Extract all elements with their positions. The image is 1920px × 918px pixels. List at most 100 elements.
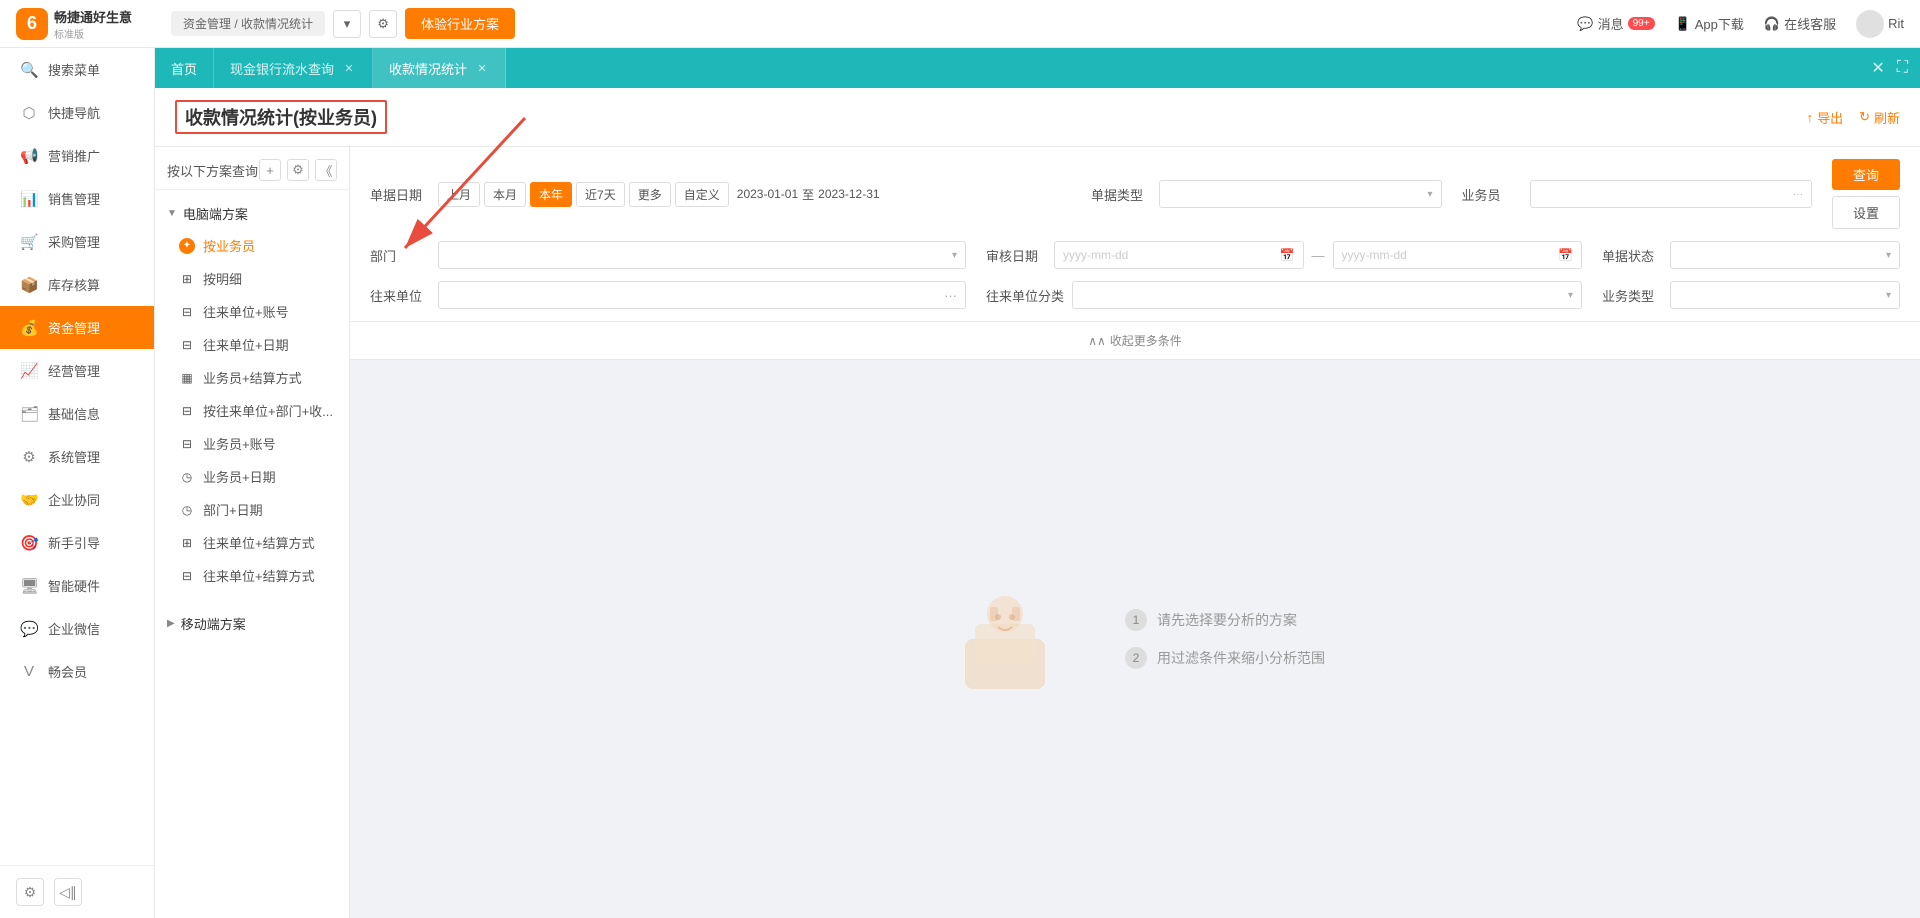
scheme-item-salesperson-account[interactable]: ⊟ 业务员+账号: [155, 427, 349, 460]
scheme-item-by-salesperson[interactable]: ✦ 按业务员: [155, 229, 349, 262]
scheme-item-partner-settle1[interactable]: ⊞ 往来单位+结算方式: [155, 526, 349, 559]
desktop-group-header[interactable]: ▼ 电脑端方案: [155, 198, 349, 229]
user-area[interactable]: Rit: [1856, 10, 1904, 38]
export-icon: ↑: [1807, 110, 1814, 125]
scheme-item-salesperson-date[interactable]: ◷ 业务员+日期: [155, 460, 349, 493]
empty-tips: 1 请先选择要分析的方案 2 用过滤条件来缩小分析范围: [1125, 609, 1325, 669]
sidebar-item-basic[interactable]: 🗂 基础信息: [0, 392, 154, 435]
message-icon: 💬: [1577, 16, 1593, 32]
add-scheme-btn[interactable]: +: [259, 159, 281, 181]
dots-icon[interactable]: ···: [944, 288, 957, 303]
sidebar-item-enterprise[interactable]: 🤝 企业协同: [0, 478, 154, 521]
tip-num-2: 2: [1125, 647, 1147, 669]
sidebar-item-system[interactable]: ⚙ 系统管理: [0, 435, 154, 478]
shortcut-this-year[interactable]: 本年: [530, 182, 572, 207]
sidebar-item-operations[interactable]: 📈 经营管理: [0, 349, 154, 392]
scheme-item-partner-dept-receipt[interactable]: ⊟ 按往来单位+部门+收...: [155, 394, 349, 427]
message-btn[interactable]: 💬 消息 99+: [1577, 14, 1654, 33]
shortcut-last7[interactable]: 近7天: [576, 182, 625, 207]
doc-status-label: 单据状态: [1602, 246, 1662, 265]
export-btn[interactable]: ↑ 导出: [1807, 108, 1844, 127]
scheme-item-partner-date[interactable]: ⊟ 往来单位+日期: [155, 328, 349, 361]
sidebar-item-guide[interactable]: 🎯 新手引导: [0, 521, 154, 564]
doc-type-label: 单据类型: [1091, 185, 1151, 204]
shortcut-custom[interactable]: 自定义: [675, 182, 729, 207]
partner-select[interactable]: ···: [438, 281, 966, 309]
chevron-down-icon-3: ▾: [952, 250, 957, 261]
sidebar-item-shortcut[interactable]: ⬡ 快捷导航: [0, 91, 154, 134]
tab-receipt-stats[interactable]: 收款情况统计 ✕: [373, 48, 506, 88]
tab-close-bank-flow[interactable]: ✕: [342, 61, 356, 75]
content-wrapper: 收款情况统计(按业务员) ↑ 导出 ↻ 刷新 按以下方案查询 +: [155, 88, 1920, 918]
tab-close-all-btn[interactable]: ✕: [1871, 58, 1884, 78]
user-name: Rit: [1888, 16, 1904, 31]
table-icon: ⊟: [179, 304, 195, 320]
tab-home[interactable]: 首页: [155, 48, 214, 88]
finance-icon: 💰: [20, 319, 38, 337]
page-title: 收款情况统计(按业务员): [175, 100, 387, 134]
online-service-btn[interactable]: 🎧 在线客服: [1764, 14, 1836, 33]
scheme-panel: 按以下方案查询 + ⚙ 《 ▼ 电脑端方案 ✦ 按业务员: [155, 147, 350, 918]
audit-date-end-input[interactable]: yyyy-mm-dd 📅: [1333, 241, 1583, 269]
collapse-more-btn[interactable]: ∧∧ 收起更多条件: [1088, 332, 1182, 349]
filter-date-item: 单据日期 上月 本月 本年 近7天 更多 自定义 2023-01-01: [370, 182, 1071, 207]
tab-expand-btn[interactable]: ⛶: [1897, 59, 1908, 77]
sidebar-item-finance[interactable]: 💰 资金管理: [0, 306, 154, 349]
scheme-panel-header: 按以下方案查询 + ⚙ 《: [155, 147, 349, 190]
scheme-item-dept-date[interactable]: ◷ 部门+日期: [155, 493, 349, 526]
collapse-scheme-btn[interactable]: 《: [315, 159, 337, 181]
partner-category-label: 往来单位分类: [986, 286, 1064, 305]
date-range-display: 2023-01-01 至 2023-12-31: [733, 186, 884, 203]
shortcut-more[interactable]: 更多: [629, 182, 671, 207]
sidebar-item-wechat[interactable]: 💬 企业微信: [0, 607, 154, 650]
shortcut-last-month[interactable]: 上月: [438, 182, 480, 207]
scheme-item-by-detail[interactable]: ⊞ 按明细: [155, 262, 349, 295]
refresh-btn[interactable]: ↻ 刷新: [1859, 108, 1900, 127]
partner-category-select[interactable]: ▾: [1072, 281, 1582, 309]
tab-bank-flow[interactable]: 现金银行流水查询 ✕: [214, 48, 373, 88]
message-badge: 99+: [1628, 17, 1655, 30]
calendar-icon: 📅: [1280, 248, 1295, 262]
trial-button[interactable]: 体验行业方案: [405, 8, 515, 39]
scheme-panel-actions: + ⚙ 《: [259, 159, 337, 181]
tab-close-receipt-stats[interactable]: ✕: [475, 61, 489, 75]
query-button[interactable]: 查询: [1832, 159, 1900, 190]
chevron-down-icon-2: ···: [1793, 189, 1803, 200]
doc-type-select[interactable]: ▾: [1159, 180, 1442, 208]
doc-status-select[interactable]: ▾: [1670, 241, 1900, 269]
breadcrumb-dropdown[interactable]: ▾: [333, 10, 361, 38]
scheme-item-salesperson-settle[interactable]: ▦ 业务员+结算方式: [155, 361, 349, 394]
scheme-item-partner-settle2[interactable]: ⊟ 往来单位+结算方式: [155, 559, 349, 592]
sidebar-item-hardware[interactable]: 🖥 智能硬件: [0, 564, 154, 607]
shortcut-this-month[interactable]: 本月: [484, 182, 526, 207]
biz-type-select[interactable]: ▾: [1670, 281, 1900, 309]
top-header: 6 畅捷通好生意 标准版 资金管理 / 收款情况统计 ▾ ⚙ 体验行业方案 💬 …: [0, 0, 1920, 48]
filter-settings-btn[interactable]: 设置: [1832, 196, 1900, 229]
system-icon: ⚙: [20, 448, 38, 466]
sidebar-item-marketing[interactable]: 📢 营销推广: [0, 134, 154, 177]
collapse-sidebar-btn[interactable]: ◁∥: [54, 878, 82, 906]
chevron-down-icon-6: ▾: [1886, 290, 1891, 301]
scheme-settings-btn[interactable]: ⚙: [287, 159, 309, 181]
sidebar-item-search[interactable]: 🔍 搜索菜单: [0, 48, 154, 91]
dept-select[interactable]: ▾: [438, 241, 966, 269]
sidebar-item-inventory[interactable]: 📦 库存核算: [0, 263, 154, 306]
mobile-group-header[interactable]: ▶ 移动端方案: [155, 608, 349, 639]
shortcut-icon: ⬡: [20, 104, 38, 122]
filter-row-2: 部门 ▾ 审核日期 yyyy-mm-dd 📅: [370, 241, 1900, 269]
audit-date-start-input[interactable]: yyyy-mm-dd 📅: [1054, 241, 1304, 269]
salesperson-select[interactable]: ···: [1530, 180, 1813, 208]
settings-footer-btn[interactable]: ⚙: [16, 878, 44, 906]
sidebar-item-sales[interactable]: 📊 销售管理: [0, 177, 154, 220]
refresh-icon: ↻: [1859, 109, 1870, 125]
page-actions: ↑ 导出 ↻ 刷新: [1807, 108, 1900, 127]
tip-num-1: 1: [1125, 609, 1147, 631]
sidebar-item-purchase[interactable]: 🛒 采购管理: [0, 220, 154, 263]
tab-bar: 首页 现金银行流水查询 ✕ 收款情况统计 ✕ ✕ ⛶: [155, 48, 1920, 88]
scheme-item-partner-account[interactable]: ⊟ 往来单位+账号: [155, 295, 349, 328]
breadcrumb: 资金管理 / 收款情况统计: [171, 11, 325, 36]
sidebar-item-member[interactable]: V 畅会员: [0, 650, 154, 693]
app-download-btn[interactable]: 📱 App下载: [1675, 14, 1744, 33]
filter-biz-type-item: 业务类型 ▾: [1602, 281, 1900, 309]
settings-icon[interactable]: ⚙: [369, 10, 397, 38]
